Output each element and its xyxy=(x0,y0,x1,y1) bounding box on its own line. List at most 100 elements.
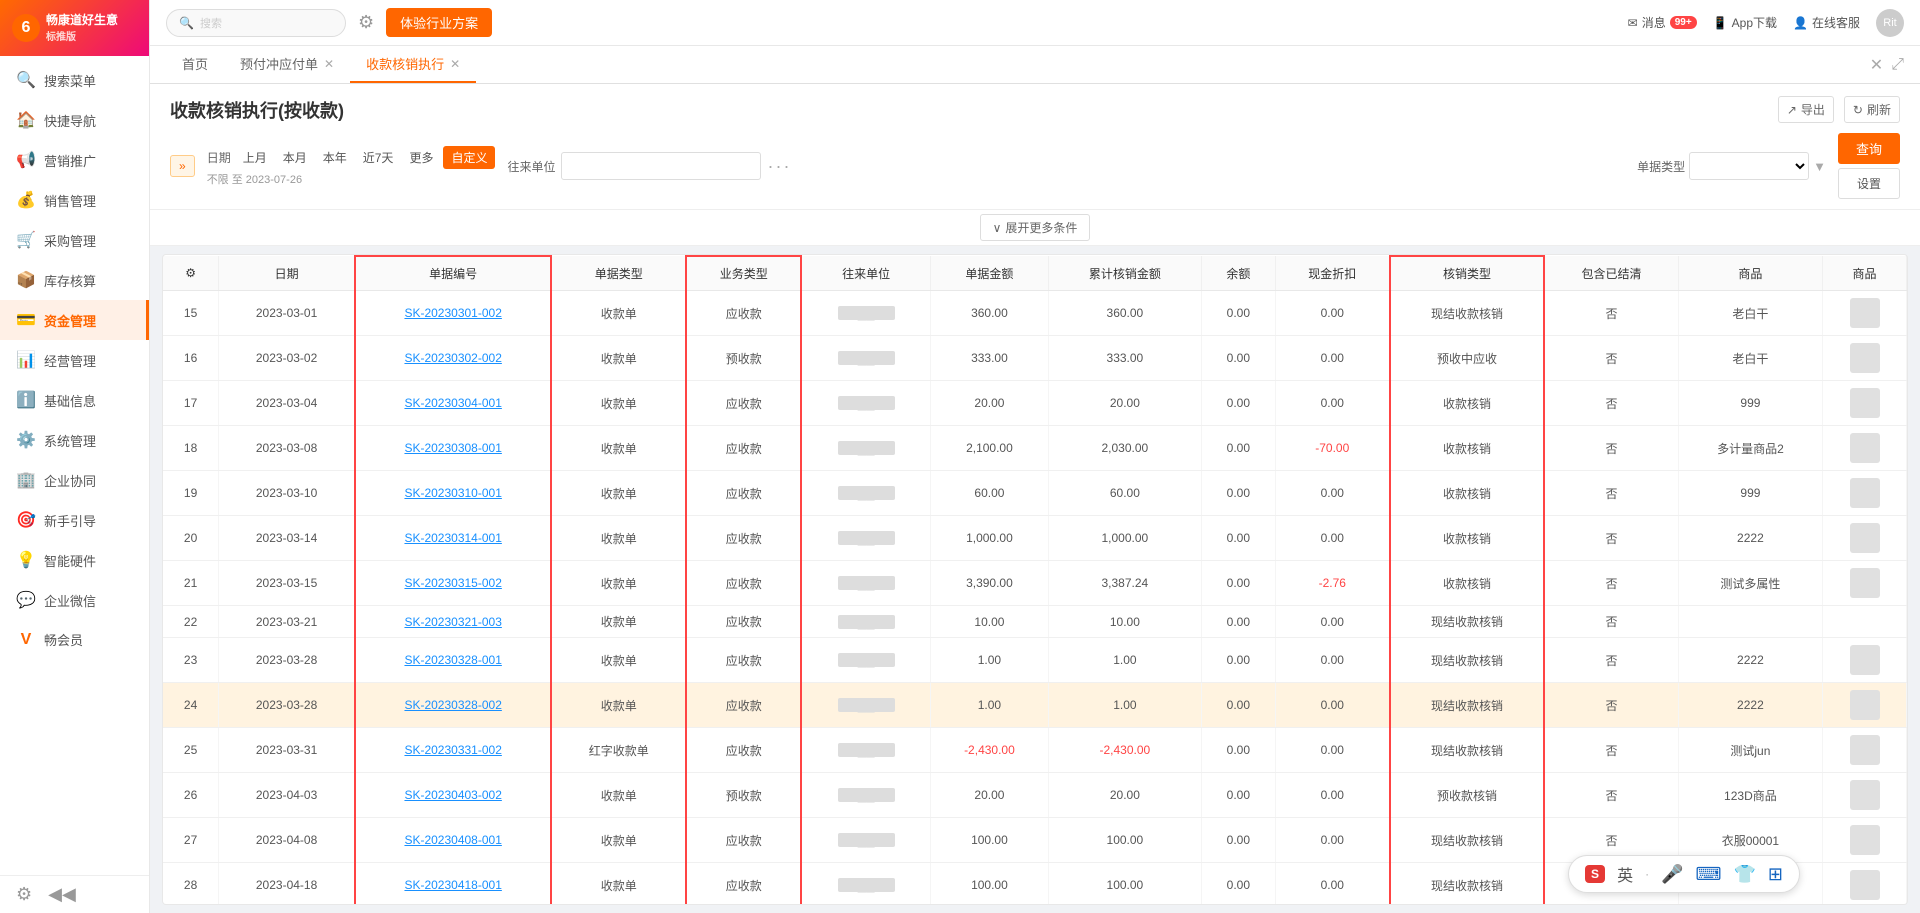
cell-biz-type: 预收款 xyxy=(686,336,801,381)
refresh-button[interactable]: ↻ 刷新 xyxy=(1844,96,1900,123)
sidebar-item-search[interactable]: 🔍 搜索菜单 xyxy=(0,60,149,100)
query-button[interactable]: 查询 xyxy=(1838,133,1900,164)
mic-icon[interactable]: 🎤 xyxy=(1661,864,1683,885)
cell-doc-no[interactable]: SK-20230314-001 xyxy=(355,516,551,561)
cell-doc-type: 收款单 xyxy=(551,291,686,336)
online-service-btn[interactable]: 👤 在线客服 xyxy=(1793,14,1860,31)
query-actions: 查询 设置 xyxy=(1838,133,1900,199)
collapse-icon[interactable]: ◀◀ xyxy=(48,884,76,905)
sidebar-item-quicknav[interactable]: 🏠 快捷导航 xyxy=(0,100,149,140)
sidebar-item-member[interactable]: V 畅会员 xyxy=(0,620,149,659)
cell-doc-no[interactable]: SK-20230418-001 xyxy=(355,863,551,906)
sidebar-item-corp[interactable]: 🏢 企业协同 xyxy=(0,460,149,500)
doc-no-link[interactable]: SK-20230408-001 xyxy=(404,833,501,847)
cell-doc-type: 收款单 xyxy=(551,561,686,606)
cell-doc-no[interactable]: SK-20230315-002 xyxy=(355,561,551,606)
last-month-btn[interactable]: 上月 xyxy=(237,146,273,169)
cell-cash-discount: 0.00 xyxy=(1275,336,1389,381)
cell-cash-discount: 0.00 xyxy=(1275,728,1389,773)
doc-no-link[interactable]: SK-20230328-002 xyxy=(404,698,501,712)
solution-button[interactable]: 体验行业方案 xyxy=(386,8,492,37)
doc-no-link[interactable]: SK-20230308-001 xyxy=(404,441,501,455)
doc-no-link[interactable]: SK-20230301-002 xyxy=(404,306,501,320)
cell-doc-no[interactable]: SK-20230321-003 xyxy=(355,606,551,638)
export-icon: ↗ xyxy=(1787,103,1797,117)
topbar-gear-icon[interactable]: ⚙ xyxy=(358,12,374,33)
cell-include-settled: 否 xyxy=(1544,426,1678,471)
settings-icon[interactable]: ⚙ xyxy=(16,884,32,905)
tab-prepay-close[interactable]: ✕ xyxy=(324,57,334,71)
message-btn[interactable]: ✉ 消息 99+ xyxy=(1628,14,1697,31)
keyboard-icon[interactable]: ⌨ xyxy=(1696,864,1722,885)
cell-doc-no[interactable]: SK-20230331-002 xyxy=(355,728,551,773)
cell-amount: 20.00 xyxy=(930,381,1048,426)
cell-doc-type: 收款单 xyxy=(551,818,686,863)
shirt-icon[interactable]: 👕 xyxy=(1733,864,1755,885)
tab-prepay[interactable]: 预付冲应付单 ✕ xyxy=(224,46,350,83)
sidebar-item-finance[interactable]: 💳 资金管理 xyxy=(0,300,149,340)
doc-no-link[interactable]: SK-20230331-002 xyxy=(404,743,501,757)
sidebar-item-basic[interactable]: ℹ️ 基础信息 xyxy=(0,380,149,420)
doc-no-link[interactable]: SK-20230418-001 xyxy=(404,878,501,892)
cell-writeoff-type: 现结收款核销 xyxy=(1390,606,1545,638)
tab-prepay-label: 预付冲应付单 xyxy=(240,54,318,73)
tab-collection-close[interactable]: ✕ xyxy=(450,57,460,71)
search-menu-icon: 🔍 xyxy=(16,70,36,90)
cell-doc-no[interactable]: SK-20230310-001 xyxy=(355,471,551,516)
last-7days-btn[interactable]: 近7天 xyxy=(357,146,400,169)
tab-maximize-btn[interactable]: ⤢ xyxy=(1891,55,1904,75)
tab-close-window-btn[interactable]: ✕ xyxy=(1870,55,1883,75)
cell-index: 18 xyxy=(163,426,219,471)
cell-doc-no[interactable]: SK-20230328-002 xyxy=(355,683,551,728)
doc-no-link[interactable]: SK-20230315-002 xyxy=(404,576,501,590)
cell-doc-no[interactable]: SK-20230308-001 xyxy=(355,426,551,471)
sidebar-item-hardware[interactable]: 💡 智能硬件 xyxy=(0,540,149,580)
partner-input[interactable] xyxy=(561,152,761,180)
this-year-btn[interactable]: 本年 xyxy=(317,146,353,169)
cell-partner: ██ xyxy=(801,381,930,426)
doc-no-link[interactable]: SK-20230321-003 xyxy=(404,615,501,629)
cell-doc-no[interactable]: SK-20230328-001 xyxy=(355,638,551,683)
sidebar-item-sales[interactable]: 💰 销售管理 xyxy=(0,180,149,220)
sidebar-item-operation[interactable]: 📊 经营管理 xyxy=(0,340,149,380)
ime-label[interactable]: 英 xyxy=(1617,862,1633,886)
cell-doc-no[interactable]: SK-20230408-001 xyxy=(355,818,551,863)
filter-expand-btn[interactable]: » xyxy=(170,155,195,177)
more-date-btn[interactable]: 更多 xyxy=(403,146,439,169)
cell-doc-no[interactable]: SK-20230304-001 xyxy=(355,381,551,426)
basic-icon: ℹ️ xyxy=(16,390,36,410)
type-label: 单据类型 xyxy=(1637,158,1685,175)
sidebar-item-purchase[interactable]: 🛒 采购管理 xyxy=(0,220,149,260)
user-avatar[interactable]: Rit xyxy=(1876,9,1904,37)
sidebar-item-wechat[interactable]: 💬 企业微信 xyxy=(0,580,149,620)
sidebar-label-search: 搜索菜单 xyxy=(44,71,96,90)
doc-no-link[interactable]: SK-20230403-002 xyxy=(404,788,501,802)
refresh-icon: ↻ xyxy=(1853,103,1863,117)
custom-date-btn[interactable]: 自定义 xyxy=(443,146,495,169)
doc-no-link[interactable]: SK-20230314-001 xyxy=(404,531,501,545)
sidebar-item-guide[interactable]: 🎯 新手引导 xyxy=(0,500,149,540)
setting-button[interactable]: 设置 xyxy=(1838,168,1900,199)
tab-collection[interactable]: 收款核销执行 ✕ xyxy=(350,46,476,83)
app-download-btn[interactable]: 📱 App下载 xyxy=(1713,14,1777,31)
doc-no-link[interactable]: SK-20230310-001 xyxy=(404,486,501,500)
cell-doc-no[interactable]: SK-20230403-002 xyxy=(355,773,551,818)
doc-no-link[interactable]: SK-20230302-002 xyxy=(404,351,501,365)
expand-more-btn[interactable]: ∨ 展开更多条件 xyxy=(980,214,1091,241)
export-button[interactable]: ↗ 导出 xyxy=(1778,96,1834,123)
topbar-search[interactable]: 🔍 搜索 xyxy=(166,9,346,37)
this-month-btn[interactable]: 本月 xyxy=(277,146,313,169)
sidebar-item-marketing[interactable]: 📢 营销推广 xyxy=(0,140,149,180)
sidebar-item-inventory[interactable]: 📦 库存核算 xyxy=(0,260,149,300)
tab-home[interactable]: 首页 xyxy=(166,46,224,83)
cell-doc-no[interactable]: SK-20230301-002 xyxy=(355,291,551,336)
cell-cash-discount: 0.00 xyxy=(1275,638,1389,683)
doc-no-link[interactable]: SK-20230304-001 xyxy=(404,396,501,410)
type-select[interactable] xyxy=(1689,152,1809,180)
doc-no-link[interactable]: SK-20230328-001 xyxy=(404,653,501,667)
sidebar-item-system[interactable]: ⚙️ 系统管理 xyxy=(0,420,149,460)
date-buttons: 上月 本月 本年 近7天 更多 自定义 xyxy=(237,146,496,169)
cell-doc-type: 收款单 xyxy=(551,683,686,728)
cell-doc-no[interactable]: SK-20230302-002 xyxy=(355,336,551,381)
apps-icon[interactable]: ⊞ xyxy=(1768,864,1783,885)
